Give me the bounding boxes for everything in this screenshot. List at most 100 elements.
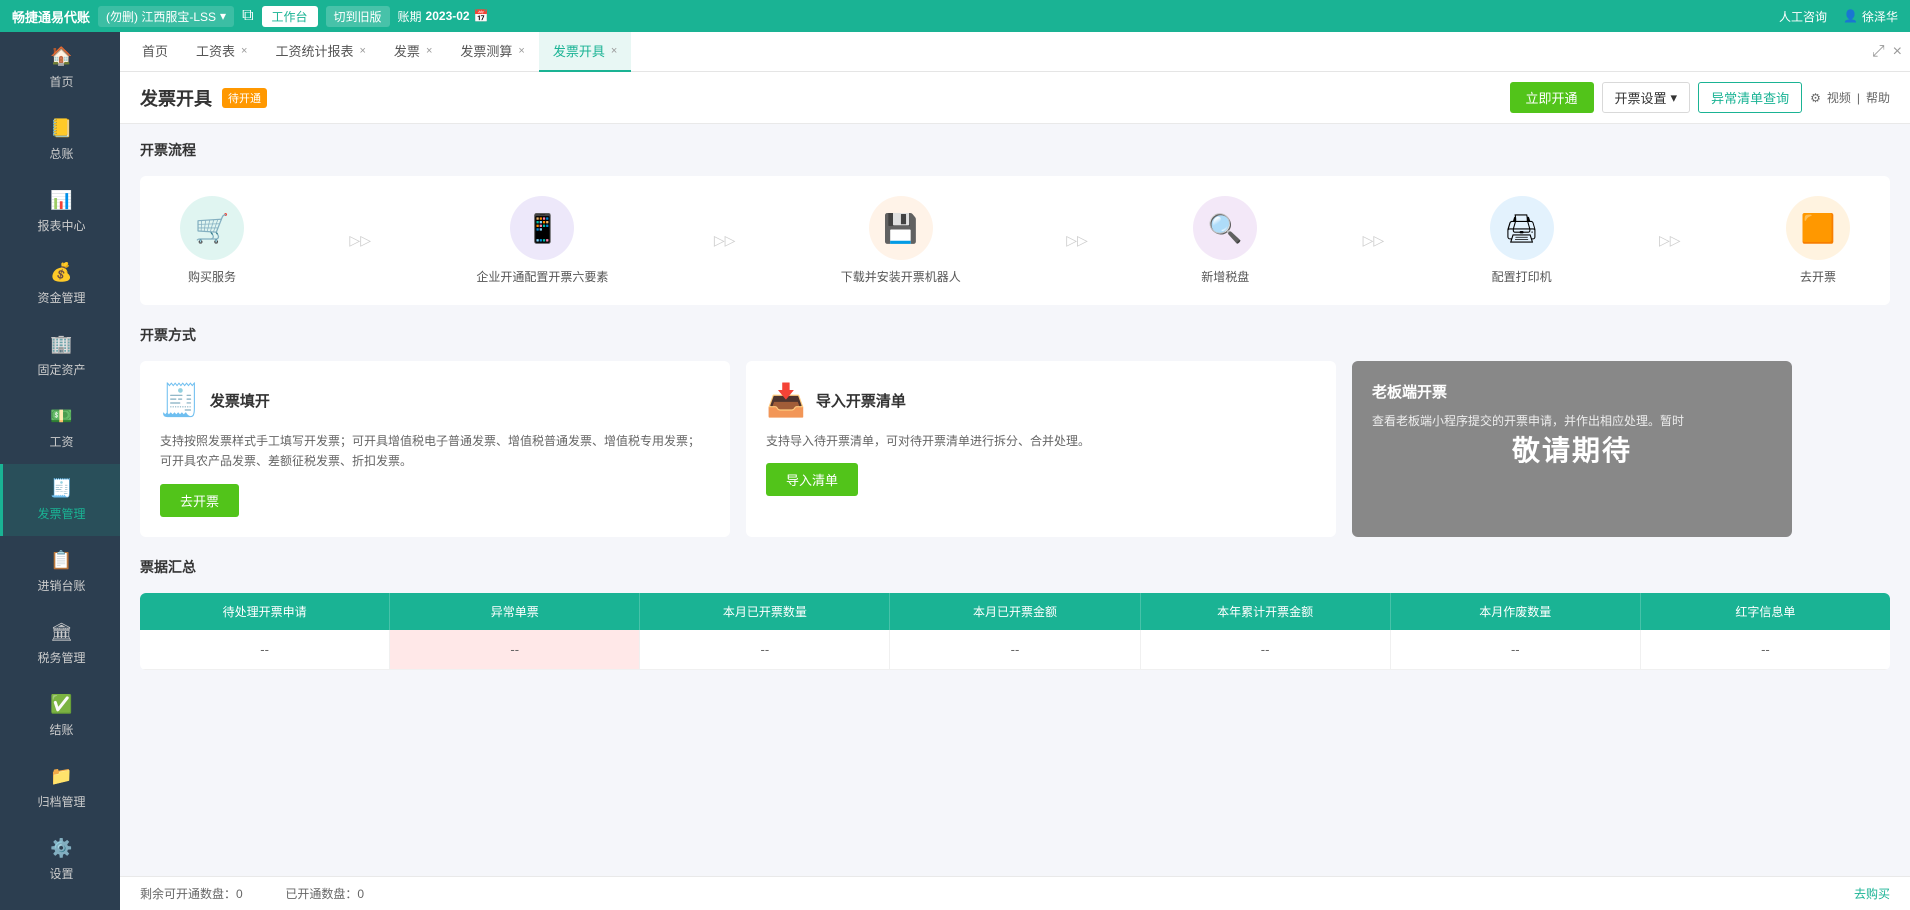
sidebar-item-fixed-assets[interactable]: 🏢 固定资产 (0, 320, 120, 392)
tab-close-salary-report[interactable]: × (359, 45, 365, 57)
step-arrow-1: ▷▷ (714, 232, 736, 249)
sidebar-item-reports[interactable]: 📊 报表中心 (0, 176, 120, 248)
method-icon-manual: 🧾 (160, 381, 200, 419)
tab-invoice[interactable]: 发票 × (380, 32, 446, 72)
flow-section-title: 开票流程 (140, 140, 1890, 160)
step-label-download: 下载并安装开票机器人 (841, 268, 961, 285)
window-close-icon[interactable]: × (1893, 43, 1902, 61)
sidebar-item-new-guide[interactable]: 🔰新手引导 (0, 896, 120, 910)
switch-old-button[interactable]: 切到旧版 (326, 6, 390, 27)
abnormal-list-button[interactable]: 异常清单查询 (1698, 82, 1802, 113)
company-selector[interactable]: (勿删) 江西服宝-LSS ▾ (98, 6, 234, 27)
app-body: 🏠首页📒总账📊报表中心💰资金管理🏢固定资产💵工资🧾发票管理📋进销台账🏛税务管理✅… (0, 32, 1910, 910)
step-icon-download: 💾 (869, 196, 933, 260)
summary-col-5: 本月作废数量 (1391, 593, 1641, 630)
go-issue-button[interactable]: 去开票 (160, 484, 239, 517)
step-issue[interactable]: 🟧 去开票 (1786, 196, 1850, 285)
sidebar-item-ledger[interactable]: 📒 总账 (0, 104, 120, 176)
window-restore-icon[interactable]: ⤢ (1872, 43, 1885, 61)
sidebar-item-invoice-mgmt[interactable]: 🧾发票管理 (0, 464, 120, 536)
period-label: 账期 2023-02 📅 (398, 8, 489, 25)
sidebar-item-settings[interactable]: ⚙️设置 (0, 824, 120, 896)
sidebar-item-assets-mgmt[interactable]: 💰资金管理 (0, 248, 120, 320)
step-download[interactable]: 💾 下载并安装开票机器人 (841, 196, 961, 285)
top-bar-right: 人工咨询 👤 徐泽华 (1779, 8, 1898, 25)
sidebar-icon-ledger: 📒 (50, 118, 72, 139)
page-title: 发票开具 (140, 85, 212, 111)
tab-salary-report[interactable]: 工资统计报表 × (261, 32, 379, 72)
method-desc-manual: 支持按照发票样式手工填写开发票；可开具增值税电子普通发票、增值税普通发票、增值税… (160, 431, 710, 472)
user-info: 👤 徐泽华 (1843, 8, 1898, 25)
summary-table: 待处理开票申请异常单票本月已开票数量本月已开票金额本年累计开票金额本月作废数量红… (140, 593, 1890, 670)
summary-col-6: 红字信息单 (1641, 593, 1890, 630)
sidebar-icon-settlement: ✅ (50, 694, 72, 715)
summary-cell-5: -- (1391, 630, 1641, 670)
sidebar: 🏠首页📒总账📊报表中心💰资金管理🏢固定资产💵工资🧾发票管理📋进销台账🏛税务管理✅… (0, 32, 120, 910)
step-label-config: 企业开通配置开票六要素 (476, 268, 608, 285)
step-icon-add-tax: 🔍 (1193, 196, 1257, 260)
sidebar-icon-purchase-sales: 📋 (50, 550, 72, 571)
sidebar-label-reports: 报表中心 (37, 217, 85, 234)
method-title-import: 导入开票清单 (816, 390, 906, 411)
sidebar-item-archive[interactable]: 📁归档管理 (0, 752, 120, 824)
top-bar: 畅捷通易代账 (勿删) 江西服宝-LSS ▾ ⧉ 工作台 切到旧版 账期 202… (0, 0, 1910, 32)
step-buy-service[interactable]: 🛒 购买服务 (180, 196, 244, 285)
settings-button[interactable]: 开票设置 ▾ (1602, 82, 1691, 113)
tab-close-invoice-calc[interactable]: × (518, 45, 524, 57)
step-arrow-4: ▷▷ (1659, 232, 1681, 249)
summary-section-title: 票据汇总 (140, 557, 1890, 577)
summary-cell-1: -- (390, 630, 640, 670)
page-title-area: 发票开具 待开通 (140, 85, 267, 111)
tab-invoice-calc[interactable]: 发票测算 × (446, 32, 538, 72)
sidebar-item-purchase-sales[interactable]: 📋 进销台账 (0, 536, 120, 608)
tab-invoice-issue[interactable]: 发票开具× (539, 32, 631, 72)
sidebar-item-settlement[interactable]: ✅结账 (0, 680, 120, 752)
app-logo: 畅捷通易代账 (12, 7, 90, 26)
method-desc-import: 支持导入待开票清单，可对待开票清单进行拆分、合并处理。 (766, 431, 1316, 451)
tab-salary-table[interactable]: 工资表× (182, 32, 261, 72)
step-arrow-0: ▷▷ (349, 232, 371, 249)
window-controls: ⤢ × (1872, 43, 1902, 61)
step-config[interactable]: 📱 企业开通配置开票六要素 (476, 196, 608, 285)
sidebar-label-assets-mgmt: 资金管理 (37, 289, 85, 306)
sidebar-icon-reports: 📊 (50, 190, 72, 211)
sidebar-label-archive: 归档管理 (37, 793, 85, 810)
tab-close-invoice-issue[interactable]: × (611, 45, 617, 57)
remaining-label: 剩余可开通数盘：0 (140, 887, 243, 901)
sidebar-item-tax-mgmt[interactable]: 🏛税务管理 (0, 608, 120, 680)
step-arrow-2: ▷▷ (1066, 232, 1088, 249)
tab-close-salary-table[interactable]: × (241, 45, 247, 57)
tab-label-salary-report: 工资统计报表 (275, 41, 353, 60)
sidebar-icon-settings: ⚙️ (50, 838, 72, 859)
sidebar-label-ledger: 总账 (49, 145, 73, 162)
step-icon-printer: 🖨 (1490, 196, 1554, 260)
method-title-manual: 发票填开 (210, 390, 270, 411)
tab-label-invoice-calc: 发票测算 (460, 41, 512, 60)
sidebar-icon-salary: 💵 (50, 406, 72, 427)
support-link[interactable]: 人工咨询 (1779, 8, 1827, 25)
tab-home[interactable]: 首页 (128, 32, 182, 72)
sidebar-icon-fixed-assets: 🏢 (50, 334, 72, 355)
old-card: 老板端开票 查看老板端小程序提交的开票申请，并作出相应处理。暂时 敬请期待 (1352, 361, 1792, 537)
step-add-tax[interactable]: 🔍 新增税盘 (1193, 196, 1257, 285)
sidebar-item-home[interactable]: 🏠首页 (0, 32, 120, 104)
summary-col-1: 异常单票 (390, 593, 640, 630)
open-now-button[interactable]: 立即开通 (1510, 82, 1594, 113)
sidebar-item-salary[interactable]: 💵工资 (0, 392, 120, 464)
summary-cell-4: -- (1141, 630, 1391, 670)
sidebar-label-fixed-assets: 固定资产 (37, 361, 85, 378)
workbench-button[interactable]: 工作台 (262, 6, 318, 27)
step-printer[interactable]: 🖨 配置打印机 (1490, 196, 1554, 285)
import-list-button[interactable]: 导入清单 (766, 463, 858, 496)
old-card-title: 老板端开票 (1372, 381, 1772, 402)
summary-table-row: -------------- (140, 630, 1890, 670)
sidebar-icon-invoice-mgmt: 🧾 (50, 478, 72, 499)
sidebar-label-tax-mgmt: 税务管理 (37, 649, 85, 666)
tab-label-invoice: 发票 (394, 41, 420, 60)
flow-steps: 🛒 购买服务 ▷▷ 📱 企业开通配置开票六要素 ▷▷ 💾 下载并安装开票机器人 … (140, 176, 1890, 305)
sidebar-label-purchase-sales: 进销台账 (37, 577, 85, 594)
tab-close-invoice[interactable]: × (426, 45, 432, 57)
summary-cell-0: -- (140, 630, 390, 670)
step-label-add-tax: 新增税盘 (1201, 268, 1249, 285)
buy-link[interactable]: 去购买 (1854, 885, 1890, 902)
